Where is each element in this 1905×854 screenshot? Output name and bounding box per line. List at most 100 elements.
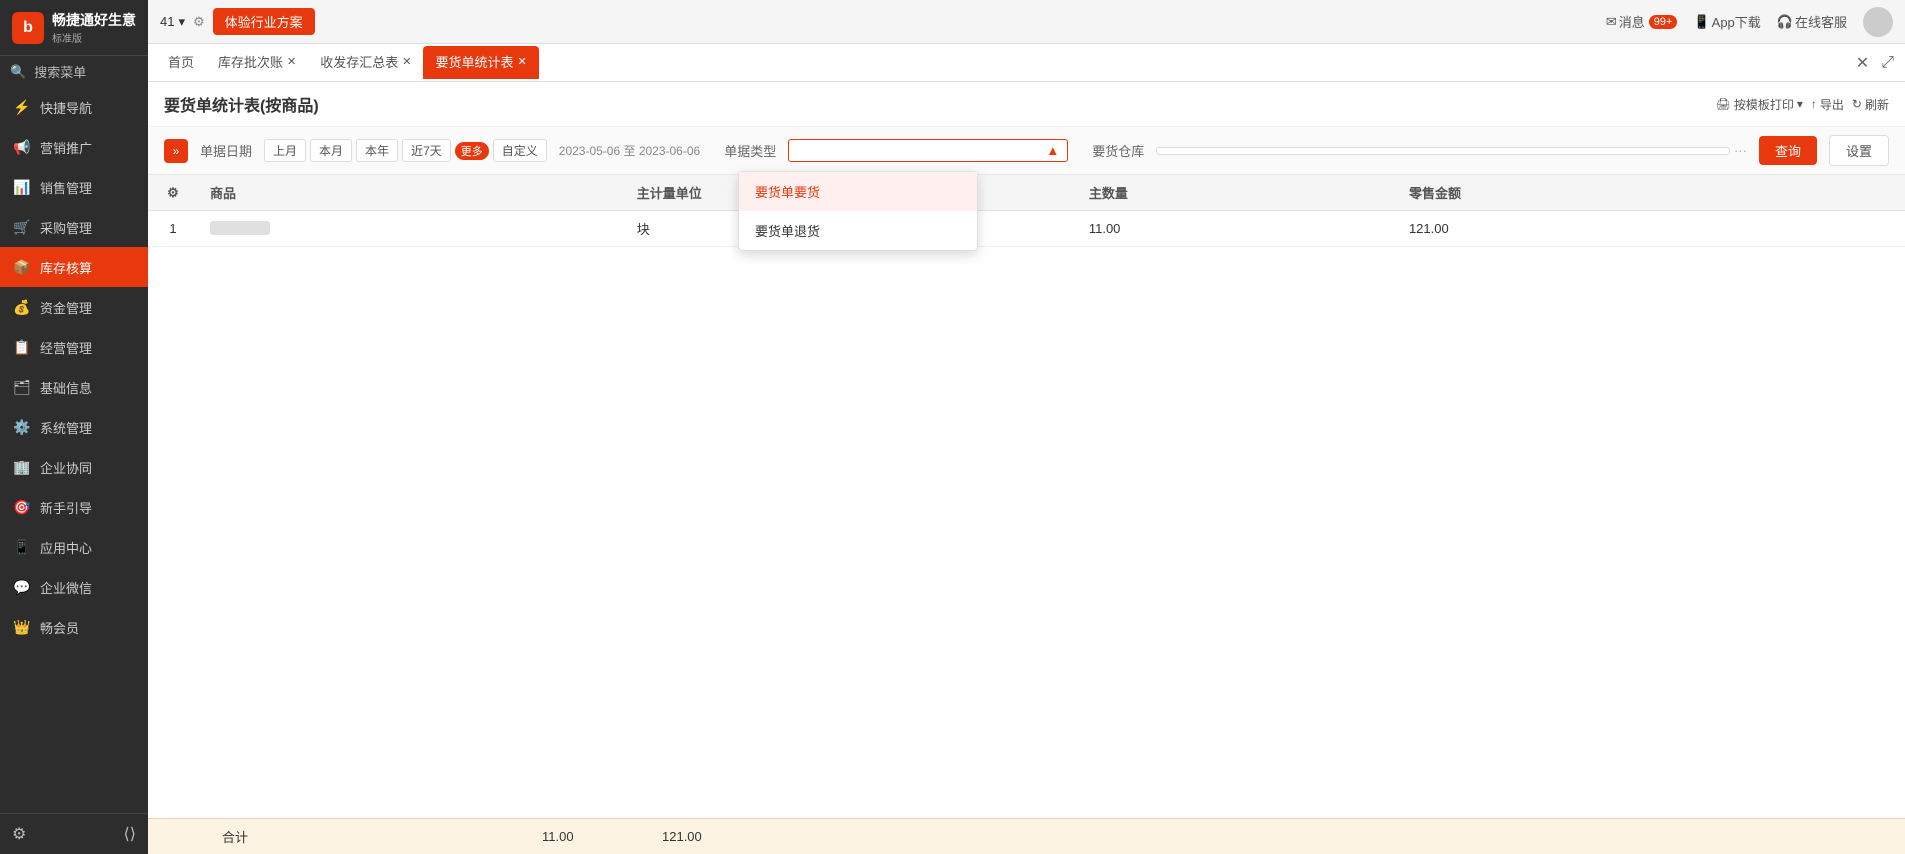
sidebar-label-inventory: 库存核算 (40, 258, 92, 277)
dropdown-item-0[interactable]: 要货单要货 (739, 172, 977, 211)
store-selector[interactable]: 41 ▾ (160, 14, 185, 30)
table-header-row: ⚙ 商品 主计量单位 主数量 零售金额 (148, 175, 1905, 211)
sidebar-item-quick-nav[interactable]: ⚡ 快捷导航 (0, 87, 148, 127)
sidebar-label-purchase: 采购管理 (40, 218, 92, 237)
tab-1[interactable]: 库存批次账 ✕ (206, 46, 308, 79)
messages-label: 消息 (1619, 12, 1645, 31)
date-range-display: 2023-05-06 至 2023-06-06 (559, 142, 700, 159)
footer-row: 合计 11.00 121.00 (160, 827, 1893, 846)
sidebar-item-base[interactable]: 🗂 基础信息 (0, 367, 148, 407)
topbar-left: 41 ▾ ⚙ 体验行业方案 (160, 8, 315, 35)
sidebar-item-apps[interactable]: 📱 应用中心 (0, 527, 148, 567)
refresh-label: 刷新 (1865, 96, 1889, 113)
sidebar-item-sales[interactable]: 📊 销售管理 (0, 167, 148, 207)
app-title: 畅捷通好生意 (52, 10, 136, 30)
date-label: 单据日期 (200, 141, 252, 160)
sidebar-item-marketing[interactable]: 📢 营销推广 (0, 127, 148, 167)
sidebar-item-guide[interactable]: 🎯 新手引导 (0, 487, 148, 527)
last-7days-btn[interactable]: 近7天 (402, 139, 451, 162)
tab-close-1[interactable]: ✕ (287, 55, 296, 68)
warehouse-selector[interactable] (1156, 147, 1730, 155)
main-content: 41 ▾ ⚙ 体验行业方案 ✉ 消息 99+ 📱 App下载 🎧 在线客服 首页… (148, 0, 1905, 854)
sidebar-nav: ⚡ 快捷导航 📢 营销推广 📊 销售管理 🛒 采购管理 📦 库存核算 💰 资金管… (0, 87, 148, 813)
print-btn[interactable]: 🖨 按模板打印 ▾ (1716, 96, 1803, 113)
dropdown-item-1[interactable]: 要货单退货 (739, 211, 977, 250)
last-month-btn[interactable]: 上月 (264, 139, 306, 162)
print-icon: 🖨 (1716, 97, 1731, 111)
main-table: ⚙ 商品 主计量单位 主数量 零售金额 1 块 11.00 121 (148, 175, 1905, 247)
tab-close-3[interactable]: ✕ (518, 55, 527, 68)
phone-icon: 📱 (1693, 14, 1709, 30)
settings-icon[interactable]: ⚙ (12, 824, 26, 844)
sidebar-icon-finance: 💰 (12, 297, 32, 317)
online-service-btn[interactable]: 🎧 在线客服 (1777, 12, 1847, 31)
custom-date-btn[interactable]: 自定义 (493, 139, 547, 162)
type-selector[interactable]: ▲ (788, 139, 1068, 162)
tab-label-1: 库存批次账 (218, 52, 283, 71)
sidebar-item-inventory[interactable]: 📦 库存核算 (0, 247, 148, 287)
sidebar-item-wechat[interactable]: 💬 企业微信 (0, 567, 148, 607)
tab-label-3: 要货单统计表 (435, 52, 513, 71)
export-btn[interactable]: ↑ 导出 (1811, 96, 1844, 113)
sidebar-item-enterprise[interactable]: 🏢 企业协同 (0, 447, 148, 487)
sidebar-label-guide: 新手引导 (40, 498, 92, 517)
user-avatar[interactable] (1863, 7, 1893, 37)
sidebar-item-finance[interactable]: 💰 资金管理 (0, 287, 148, 327)
sidebar-icon-member: 👑 (12, 617, 32, 637)
print-label: 按模板打印 (1734, 96, 1794, 113)
sidebar-item-system[interactable]: ⚙️ 系统管理 (0, 407, 148, 447)
table-row: 1 块 11.00 121.00 (148, 211, 1905, 247)
app-download-btn[interactable]: 📱 App下载 (1693, 12, 1760, 31)
tabs-list: 首页库存批次账 ✕收发存汇总表 ✕要货单统计表 ✕ (156, 46, 1849, 79)
warehouse-label: 要货仓库 (1092, 141, 1144, 160)
tab-close-2[interactable]: ✕ (402, 55, 411, 68)
tab-2[interactable]: 收发存汇总表 ✕ (308, 46, 423, 79)
sidebar-label-marketing: 营销推广 (40, 138, 92, 157)
warehouse-selector-wrapper: ··· (1156, 143, 1747, 158)
sidebar-item-member[interactable]: 👑 畅会员 (0, 607, 148, 647)
gear-icon[interactable]: ⚙ (167, 185, 179, 200)
refresh-btn[interactable]: ↻ 刷新 (1852, 96, 1889, 113)
sidebar-search[interactable]: 🔍 搜索菜单 (0, 56, 148, 87)
filter-settings-btn[interactable]: 设置 (1829, 135, 1889, 166)
this-month-btn[interactable]: 本月 (310, 139, 352, 162)
sidebar-label-member: 畅会员 (40, 618, 79, 637)
promo-button[interactable]: 体验行业方案 (213, 8, 315, 35)
sidebar-label-quick-nav: 快捷导航 (40, 98, 92, 117)
type-caret-icon: ▲ (1046, 143, 1059, 158)
cell-amount-0: 121.00 (1397, 211, 1783, 247)
tab-0[interactable]: 首页 (156, 46, 206, 79)
collapse-icon[interactable]: ⟨⟩ (124, 824, 136, 844)
sidebar-item-purchase[interactable]: 🛒 采购管理 (0, 207, 148, 247)
sidebar-icon-marketing: 📢 (12, 137, 32, 157)
expand-window-icon[interactable]: ⤢ (1878, 54, 1897, 72)
sidebar-icon-sales: 📊 (12, 177, 32, 197)
topbar-settings-icon[interactable]: ⚙ (193, 14, 205, 30)
date-quick-btns: 上月 本月 本年 近7天 更多 自定义 (264, 139, 547, 162)
col-extra (1783, 175, 1905, 211)
messages-btn[interactable]: ✉ 消息 99+ (1606, 12, 1678, 31)
footer-amount: 121.00 (650, 829, 770, 844)
tab-3[interactable]: 要货单统计表 ✕ (423, 46, 538, 79)
sidebar-item-operations[interactable]: 📋 经营管理 (0, 327, 148, 367)
tab-label-0: 首页 (168, 52, 194, 71)
this-year-btn[interactable]: 本年 (356, 139, 398, 162)
more-dates-badge[interactable]: 更多 (455, 142, 489, 160)
sidebar-footer: ⚙ ⟨⟩ (0, 813, 148, 854)
sidebar-icon-system: ⚙️ (12, 417, 32, 437)
sidebar-label-base: 基础信息 (40, 378, 92, 397)
filter-expand-btn[interactable]: » (164, 139, 188, 163)
table-header: ⚙ 商品 主计量单位 主数量 零售金额 (148, 175, 1905, 211)
col-settings[interactable]: ⚙ (148, 175, 198, 211)
close-window-icon[interactable]: ✕ (1853, 53, 1872, 73)
page: 要货单统计表(按商品) 🖨 按模板打印 ▾ ↑ 导出 ↻ 刷新 (148, 82, 1905, 854)
more-options-icon[interactable]: ··· (1734, 143, 1747, 158)
message-icon: ✉ (1606, 14, 1617, 30)
sidebar-label-operations: 经营管理 (40, 338, 92, 357)
goods-blurred (210, 221, 270, 235)
search-btn[interactable]: 查询 (1759, 136, 1817, 165)
cell-extra-0 (1783, 211, 1905, 247)
sidebar-label-sales: 销售管理 (40, 178, 92, 197)
cell-index-0: 1 (148, 211, 198, 247)
sidebar-icon-quick-nav: ⚡ (12, 97, 32, 117)
